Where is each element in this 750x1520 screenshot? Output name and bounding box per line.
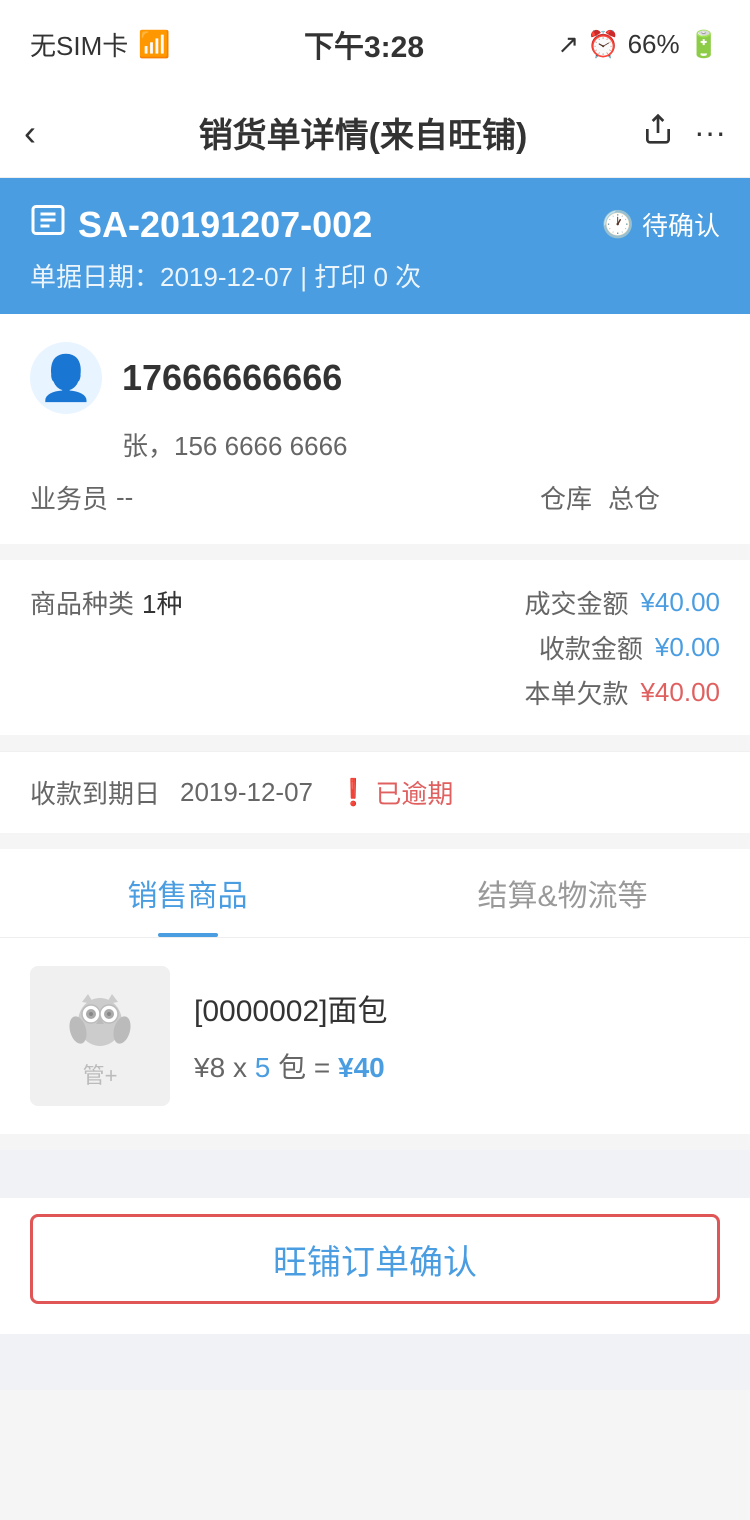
warehouse-label: 仓库 [540,479,592,516]
salesman-meta: 业务员 -- [30,479,133,516]
tab-settlement[interactable]: 结算&物流等 [375,849,750,937]
avatar: 👤 [30,342,102,414]
received-amount-label: 收款金额 [539,629,643,666]
carrier-label: 无SIM卡 [30,26,128,63]
tabs-section: 销售商品 结算&物流等 [0,849,750,938]
order-date: 单据日期：2019-12-07 | 打印 0 次 [30,257,720,294]
warehouse-value: 总仓 [608,479,660,516]
deal-amount-value: ¥40.00 [640,587,720,618]
type-label: 商品种类 [30,584,134,621]
due-date-section: 收款到期日 2019-12-07 ❗ 已逾期 [0,751,750,833]
product-total: ¥40 [338,1052,385,1083]
customer-section: 👤 17666666666 张，156 6666 6666 业务员 -- 仓库 … [0,314,750,544]
product-price: ¥8 x 5 包 = ¥40 [194,1046,720,1086]
overdue-text: 已逾期 [375,774,453,811]
order-id: SA-20191207-002 [30,202,372,247]
summary-section: 商品种类 1种 成交金额 ¥40.00 收款金额 ¥0.00 本单欠款 ¥40.… [0,560,750,735]
battery-label: 66% [628,29,680,60]
overdue-badge: ❗ 已逾期 [337,774,453,811]
product-thumb-inner: 管+ [60,982,140,1090]
tab-products[interactable]: 销售商品 [0,849,375,937]
owed-amount-row: 本单欠款 ¥40.00 [524,674,720,711]
product-name: [0000002]面包 [194,986,720,1030]
customer-name: 张，156 6666 6666 [122,426,720,463]
order-status: 🕐 待确认 [602,206,720,243]
customer-header: 👤 17666666666 [30,342,720,414]
owl-logo-icon [60,982,140,1052]
bottom-bar: 旺铺订单确认 [0,1198,750,1334]
summary-row: 商品种类 1种 成交金额 ¥40.00 收款金额 ¥0.00 本单欠款 ¥40.… [30,584,720,711]
received-amount-row: 收款金额 ¥0.00 [539,629,720,666]
type-value: 1种 [142,584,182,621]
page-title: 销货单详情(来自旺铺) [199,108,528,157]
deal-amount-row: 成交金额 ¥40.00 [524,584,720,621]
nav-actions: ··· [642,113,726,153]
order-header-card: SA-20191207-002 🕐 待确认 单据日期：2019-12-07 | … [0,178,750,314]
due-date-value: 2019-12-07 [180,777,313,808]
received-amount-value: ¥0.00 [655,632,720,663]
product-thumbnail: 管+ [30,966,170,1106]
salesman-value: -- [116,482,133,513]
location-icon: ↗ [557,29,579,60]
owed-amount-label: 本单欠款 [524,674,628,711]
share-icon[interactable] [642,113,674,153]
owed-amount-value: ¥40.00 [640,677,720,708]
confirm-order-button[interactable]: 旺铺订单确认 [30,1214,720,1304]
salesman-label: 业务员 [30,479,108,516]
customer-meta: 业务员 -- 仓库 总仓 [30,479,720,516]
status-text: 待确认 [642,206,720,243]
brand-plus-label: 管+ [83,1058,118,1090]
status-time: 下午3:28 [304,22,424,66]
warehouse-meta: 仓库 总仓 [540,479,660,516]
product-type-info: 商品种类 1种 [30,584,182,621]
status-clock-icon: 🕐 [602,209,634,240]
due-date-label: 收款到期日 [30,774,160,811]
order-header-top: SA-20191207-002 🕐 待确认 [30,202,720,247]
product-info: [0000002]面包 ¥8 x 5 包 = ¥40 [194,986,720,1086]
status-left: 无SIM卡 📶 [30,26,171,63]
nav-bar: ‹ 销货单详情(来自旺铺) ··· [0,88,750,178]
battery-icon: 🔋 [688,29,720,60]
back-button[interactable]: ‹ [24,112,84,154]
overdue-icon: ❗ [337,777,369,808]
product-qty: 5 [255,1052,271,1083]
status-right: ↗ ⏰ 66% 🔋 [557,29,720,60]
customer-phone: 17666666666 [122,357,342,399]
deal-amount-label: 成交金额 [524,584,628,621]
more-icon[interactable]: ··· [694,114,726,151]
tabs: 销售商品 结算&物流等 [0,849,750,937]
alarm-icon: ⏰ [587,29,619,60]
table-row: 管+ [0000002]面包 ¥8 x 5 包 = ¥40 [0,938,750,1134]
product-list: 管+ [0000002]面包 ¥8 x 5 包 = ¥40 [0,938,750,1134]
wifi-icon: 📶 [138,29,170,60]
status-bar: 无SIM卡 📶 下午3:28 ↗ ⏰ 66% 🔋 [0,0,750,88]
avatar-icon: 👤 [39,352,94,404]
order-icon [30,202,66,247]
amount-info: 成交金额 ¥40.00 收款金额 ¥0.00 本单欠款 ¥40.00 [524,584,720,711]
